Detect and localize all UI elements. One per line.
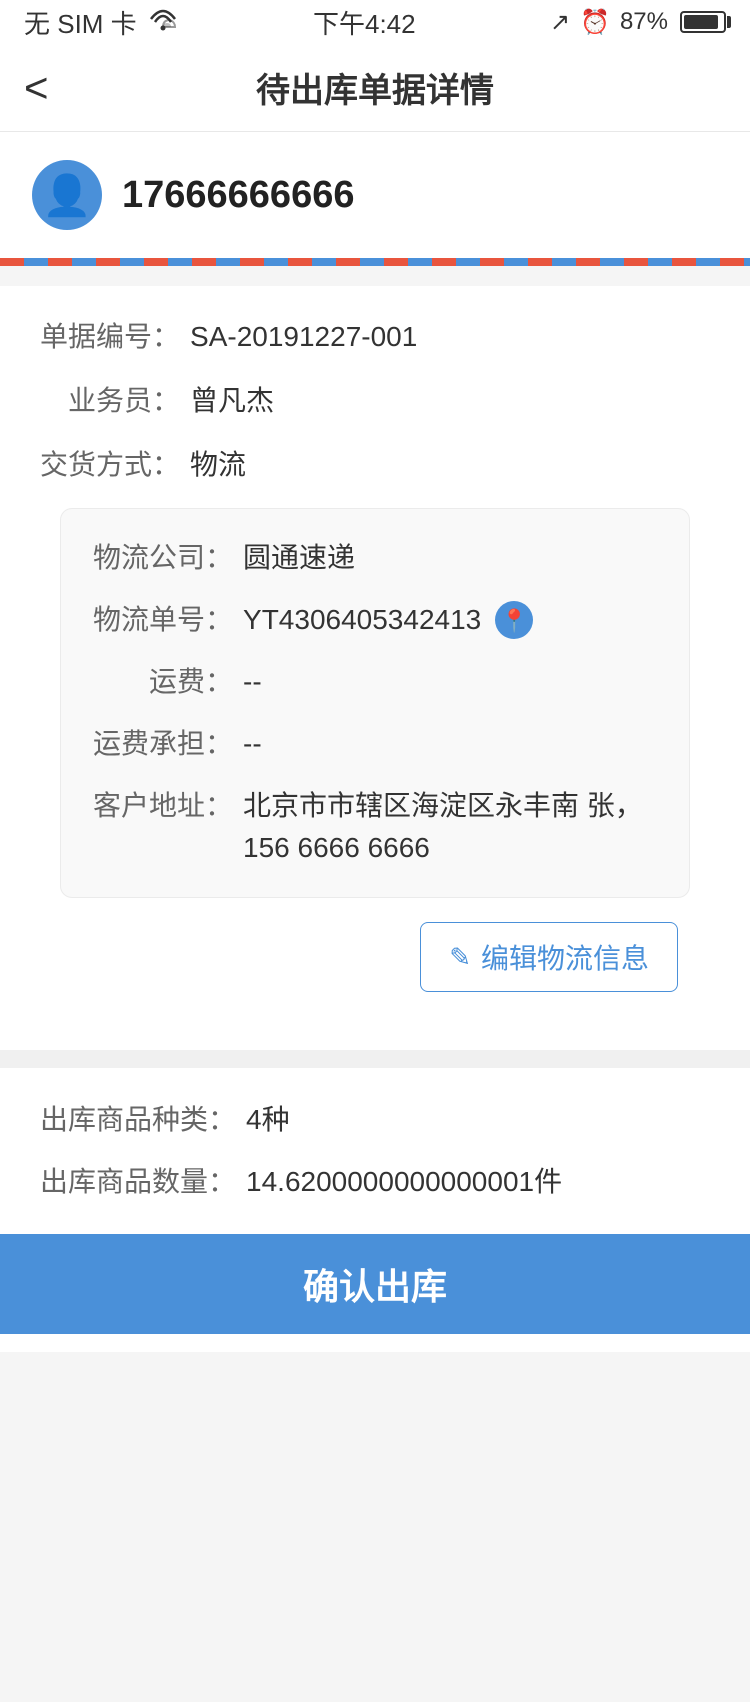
delivery-value: 物流 — [190, 444, 710, 486]
order-no-value: SA-20191227-001 — [190, 316, 710, 358]
tracking-location-icon[interactable]: 📍 — [495, 601, 533, 639]
carrier-text: 无 SIM 卡 — [24, 4, 137, 41]
user-header: 👤 17666666666 — [0, 132, 750, 258]
edit-logistics-button[interactable]: ✎ 编辑物流信息 — [420, 922, 678, 992]
avatar: 👤 — [32, 160, 102, 230]
avatar-icon: 👤 — [42, 172, 92, 219]
battery-icon — [680, 11, 726, 33]
section-divider — [0, 1050, 750, 1068]
goods-type-label: 出库商品种类： — [40, 1098, 236, 1138]
goods-type-value: 4种 — [246, 1098, 290, 1138]
address-row: 客户地址： 北京市市辖区海淀区永丰南 张，156 6666 6666 — [93, 785, 657, 869]
freight-value: -- — [243, 661, 657, 703]
logistics-company-value: 圆通速递 — [243, 537, 657, 579]
logistics-card: 物流公司： 圆通速递 物流单号： YT43064053424​13 📍 运费： … — [60, 508, 690, 898]
confirm-button[interactable]: 确认出库 — [0, 1234, 750, 1334]
goods-quantity-value: 14.62000000000000​01件 — [246, 1160, 562, 1200]
nav-bar: < 待出库单据详情 — [0, 44, 750, 132]
edit-icon: ✎ — [449, 942, 471, 973]
status-time: 下午4:42 — [313, 4, 416, 41]
salesman-label: 业务员： — [40, 380, 180, 422]
status-left: 无 SIM 卡 — [24, 4, 179, 41]
main-content: 👤 17666666666 单据编号： SA-20191227-001 业务员：… — [0, 132, 750, 1702]
dashed-divider — [0, 258, 750, 266]
location-icon: ↗ — [550, 8, 570, 37]
logistics-company-label: 物流公司： — [93, 537, 233, 579]
battery-text: 87% — [620, 8, 668, 36]
freight-label: 运费： — [93, 661, 233, 703]
user-phone: 17666666666 — [122, 174, 354, 217]
order-no-label: 单据编号： — [40, 316, 180, 358]
address-label: 客户地址： — [93, 785, 233, 827]
logistics-tracking-label: 物流单号： — [93, 599, 233, 641]
salesman-value: 曾凡杰 — [190, 380, 710, 422]
page-title: 待出库单据详情 — [256, 63, 494, 112]
goods-section: 出库商品种类： 4种 出库商品数量： 14.62000000000000​01件 — [0, 1068, 750, 1230]
order-no-row: 单据编号： SA-20191227-001 — [40, 316, 710, 358]
content-spacer — [0, 1352, 750, 1602]
edit-logistics-label: 编辑物流信息 — [481, 937, 649, 977]
freight-row: 运费： -- — [93, 661, 657, 703]
freight-bearer-value: -- — [243, 723, 657, 765]
goods-quantity-label: 出库商品数量： — [40, 1160, 236, 1200]
salesman-row: 业务员： 曾凡杰 — [40, 380, 710, 422]
status-right: ↗ ⏰ 87% — [550, 8, 726, 37]
wifi-icon — [147, 7, 179, 38]
address-value: 北京市市辖区海淀区永丰南 张，156 6666 6666 — [243, 785, 657, 869]
logistics-tracking-row: 物流单号： YT43064053424​13 📍 — [93, 599, 657, 641]
logistics-tracking-value: YT43064053424​13 📍 — [243, 599, 657, 641]
freight-bearer-row: 运费承担： -- — [93, 723, 657, 765]
order-info-section: 单据编号： SA-20191227-001 业务员： 曾凡杰 交货方式： 物流 … — [0, 286, 750, 1050]
delivery-label: 交货方式： — [40, 444, 180, 486]
logistics-company-row: 物流公司： 圆通速递 — [93, 537, 657, 579]
back-button[interactable]: < — [24, 64, 49, 112]
status-bar: 无 SIM 卡 下午4:42 ↗ ⏰ 87% — [0, 0, 750, 44]
freight-bearer-label: 运费承担： — [93, 723, 233, 765]
delivery-row: 交货方式： 物流 — [40, 444, 710, 486]
confirm-button-label: 确认出库 — [303, 1258, 447, 1310]
edit-logistics-container: ✎ 编辑物流信息 — [40, 898, 710, 1020]
alarm-icon: ⏰ — [580, 8, 610, 37]
goods-quantity-row: 出库商品数量： 14.62000000000000​01件 — [40, 1160, 710, 1200]
goods-type-row: 出库商品种类： 4种 — [40, 1098, 710, 1138]
